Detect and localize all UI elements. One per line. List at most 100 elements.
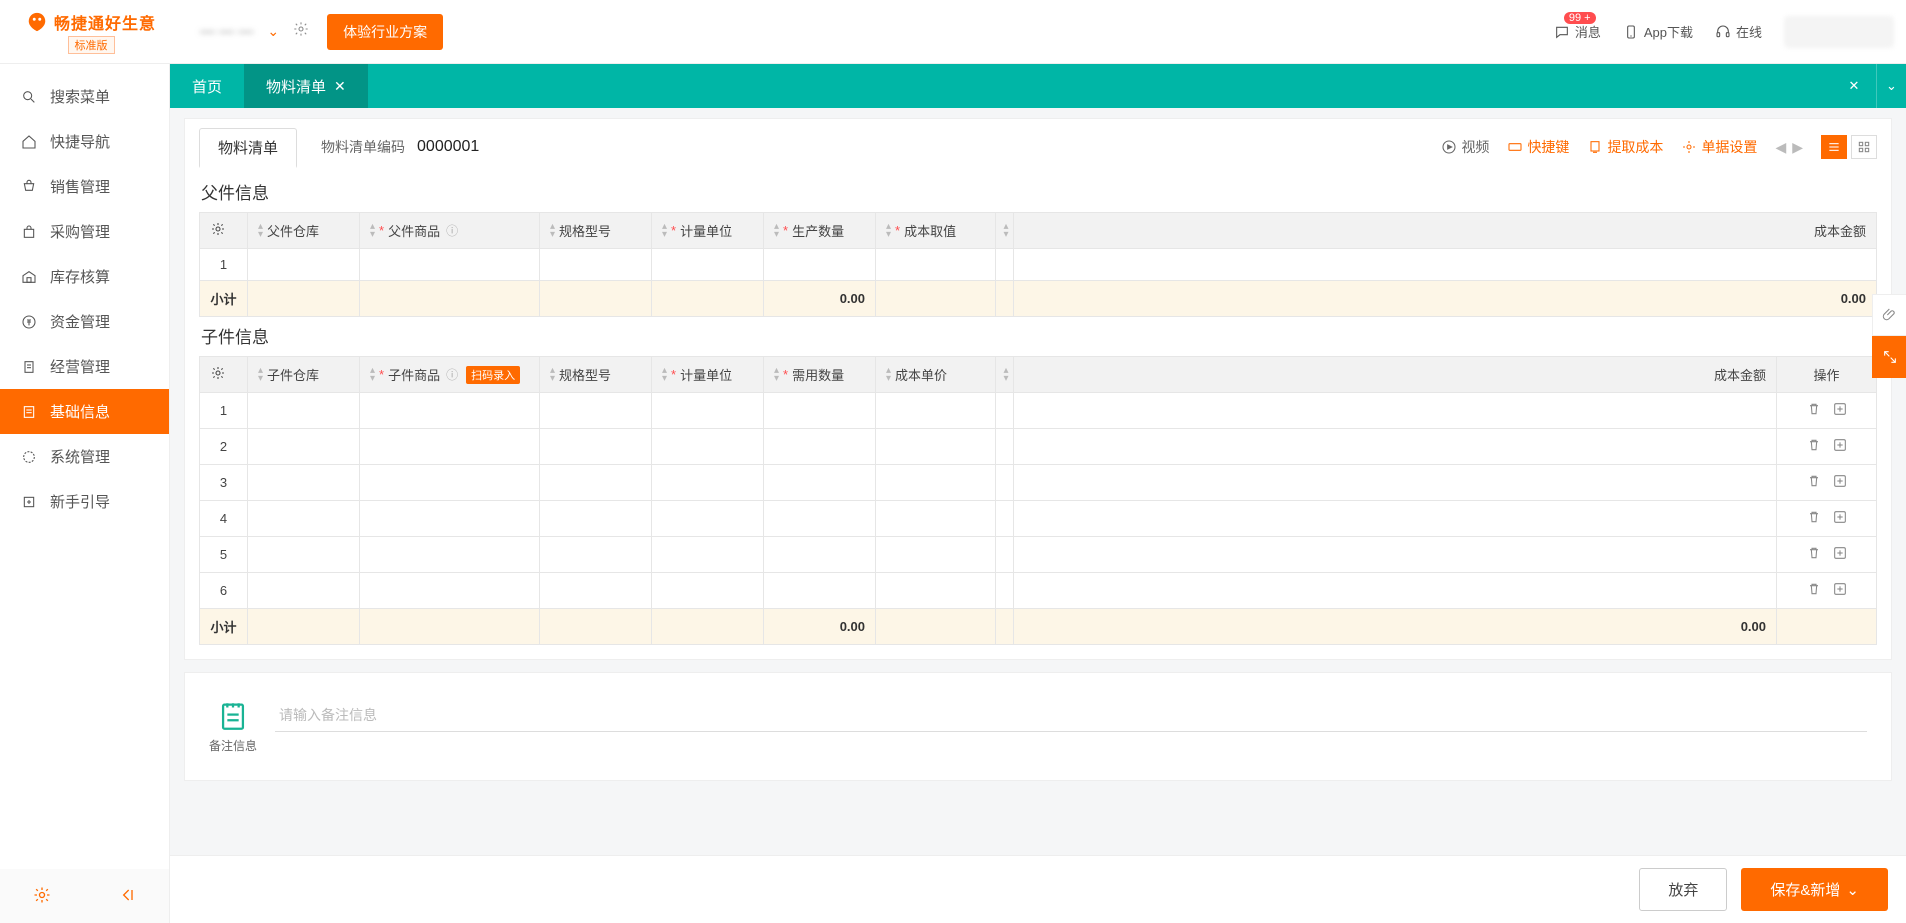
cell-blank[interactable] [996,537,1014,573]
cell-blank[interactable] [996,429,1014,465]
org-settings-icon[interactable] [293,21,309,42]
delete-row-icon[interactable] [1806,585,1822,600]
sidebar-item-search[interactable]: 搜索菜单 [0,74,169,119]
add-row-icon[interactable] [1832,585,1848,600]
add-row-icon[interactable] [1832,513,1848,528]
parent-col-costmode[interactable]: ▴▾*成本取值 [876,213,996,249]
cell-warehouse[interactable] [248,573,360,609]
sidebar-item-inventory[interactable]: 库存核算 [0,254,169,299]
cell-unit[interactable] [652,573,764,609]
cell-costamount[interactable] [1014,501,1777,537]
cell-qty[interactable] [764,501,876,537]
sidebar-item-guide[interactable]: 新手引导 [0,479,169,524]
org-selector[interactable]: — — — ⌄ [200,21,309,42]
cell-spec[interactable] [540,249,652,281]
cell-blank[interactable] [996,501,1014,537]
sidebar-item-purchase[interactable]: 采购管理 [0,209,169,254]
child-col-warehouse[interactable]: ▴▾子件仓库 [248,357,360,393]
cell-product[interactable] [360,465,540,501]
child-row[interactable]: 1 [200,393,1877,429]
discard-button[interactable]: 放弃 [1639,868,1727,911]
cell-unit[interactable] [652,429,764,465]
cell-unitcost[interactable] [876,393,996,429]
cell-qty[interactable] [764,393,876,429]
child-col-unitcost[interactable]: ▴▾成本单价 [876,357,996,393]
add-row-icon[interactable] [1832,405,1848,420]
cell-costmode[interactable] [876,249,996,281]
delete-row-icon[interactable] [1806,513,1822,528]
parent-col-product[interactable]: ▴▾*父件商品ⓘ [360,213,540,249]
cell-costamount[interactable] [1014,393,1777,429]
delete-row-icon[interactable] [1806,549,1822,564]
cell-qty[interactable] [764,573,876,609]
cell-qty[interactable] [764,249,876,281]
cell-product[interactable] [360,501,540,537]
cell-costamount[interactable] [1014,573,1777,609]
child-col-sort[interactable]: ▴▾ [996,357,1014,393]
cell-qty[interactable] [764,465,876,501]
doc-settings-link[interactable]: 单据设置 [1681,137,1757,157]
cell-unitcost[interactable] [876,501,996,537]
cell-blank[interactable] [996,393,1014,429]
cell-blank[interactable] [996,249,1014,281]
cell-unit[interactable] [652,537,764,573]
cell-spec[interactable] [540,537,652,573]
cell-warehouse[interactable] [248,249,360,281]
parent-col-costamount[interactable]: 成本金额 [1014,213,1877,249]
cell-costamount[interactable] [1014,429,1777,465]
delete-row-icon[interactable] [1806,441,1822,456]
cell-unitcost[interactable] [876,537,996,573]
prev-doc-icon[interactable]: ◀ [1775,139,1786,156]
sidebar-item-business[interactable]: 经营管理 [0,344,169,389]
add-row-icon[interactable] [1832,477,1848,492]
sidebar-item-quicknav[interactable]: 快捷导航 [0,119,169,164]
sidebar-item-funds[interactable]: 资金管理 [0,299,169,344]
child-row[interactable]: 2 [200,429,1877,465]
app-download-button[interactable]: App下载 [1623,22,1693,41]
child-col-product[interactable]: ▴▾*子件商品ⓘ扫码录入 [360,357,540,393]
expand-tab[interactable] [1872,336,1906,378]
view-grid-button[interactable] [1851,135,1877,159]
parent-row[interactable]: 1 [200,249,1877,281]
child-col-spec[interactable]: ▴▾规格型号 [540,357,652,393]
cell-product[interactable] [360,429,540,465]
next-doc-icon[interactable]: ▶ [1792,139,1803,156]
cell-unit[interactable] [652,501,764,537]
child-row[interactable]: 4 [200,501,1877,537]
save-and-new-button[interactable]: 保存&新增 ⌄ [1741,868,1888,911]
cell-spec[interactable] [540,501,652,537]
messages-button[interactable]: 99 + 消息 [1554,22,1601,41]
cell-product[interactable] [360,249,540,281]
cell-spec[interactable] [540,465,652,501]
cell-unitcost[interactable] [876,429,996,465]
cell-unitcost[interactable] [876,573,996,609]
parent-col-sort[interactable]: ▴▾ [996,213,1014,249]
child-col-unit[interactable]: ▴▾*计量单位 [652,357,764,393]
parent-col-gear[interactable] [200,213,248,249]
cell-product[interactable] [360,537,540,573]
child-row[interactable]: 6 [200,573,1877,609]
video-link[interactable]: 视频 [1441,137,1489,157]
cell-costamount[interactable] [1014,249,1877,281]
settings-icon[interactable] [32,885,52,908]
cell-unitcost[interactable] [876,465,996,501]
cell-qty[interactable] [764,537,876,573]
cell-warehouse[interactable] [248,537,360,573]
experience-button[interactable]: 体验行业方案 [327,14,443,50]
close-all-tabs-button[interactable]: ✕ [1832,64,1876,108]
parent-col-unit[interactable]: ▴▾*计量单位 [652,213,764,249]
remarks-input[interactable] [275,699,1867,732]
cell-costamount[interactable] [1014,537,1777,573]
sidebar-item-system[interactable]: 系统管理 [0,434,169,479]
delete-row-icon[interactable] [1806,405,1822,420]
add-row-icon[interactable] [1832,441,1848,456]
cell-spec[interactable] [540,393,652,429]
user-avatar-area[interactable] [1784,16,1894,48]
child-row[interactable]: 3 [200,465,1877,501]
cell-unit[interactable] [652,465,764,501]
tab-home[interactable]: 首页 [170,64,244,108]
tab-bom[interactable]: 物料清单 ✕ [244,64,368,108]
close-icon[interactable]: ✕ [334,78,346,95]
scan-badge[interactable]: 扫码录入 [466,366,520,384]
cell-costamount[interactable] [1014,465,1777,501]
